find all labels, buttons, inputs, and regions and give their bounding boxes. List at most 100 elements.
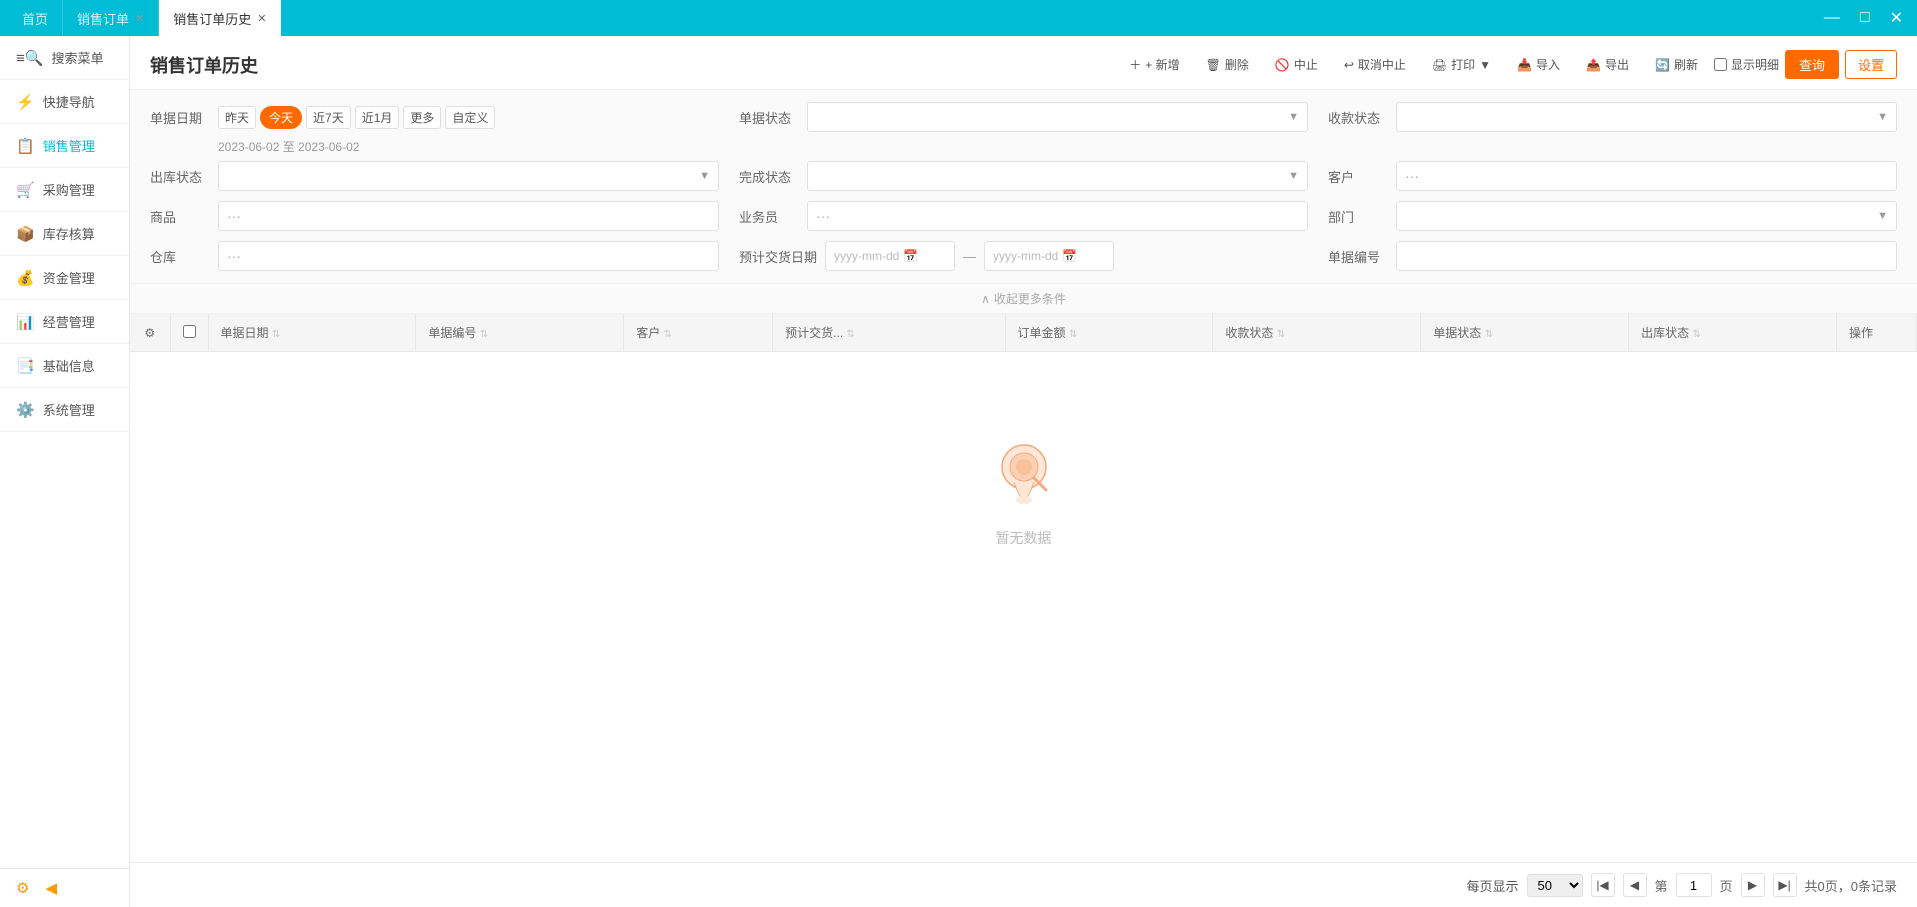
- sidebar-item-quick-nav[interactable]: ⚡ 快捷导航: [0, 80, 129, 124]
- cancel-stop-icon: ↩: [1344, 58, 1354, 72]
- first-page-btn[interactable]: |◀: [1591, 873, 1615, 897]
- toolbar: ＋ + 新增 🗑 删除 🚫 中止 ↩ 取消中止 🖨 打印: [1119, 50, 1897, 79]
- sidebar-collapse-icon[interactable]: ◀: [45, 879, 57, 897]
- customer-input[interactable]: ···: [1396, 161, 1897, 191]
- sidebar-item-basic-info[interactable]: 📑 基础信息: [0, 344, 129, 388]
- import-label: 导入: [1536, 56, 1560, 73]
- filter-department: 部门 ▼: [1328, 201, 1897, 231]
- completion-status-select[interactable]: ▼: [807, 161, 1308, 191]
- delivery-date-from[interactable]: yyyy-mm-dd 📅: [825, 241, 955, 271]
- search-menu-icon: ≡🔍: [16, 49, 43, 67]
- sidebar-item-purchase-mgmt[interactable]: 🛒 采购管理: [0, 168, 129, 212]
- sidebar-settings-icon[interactable]: ⚙: [16, 879, 29, 897]
- page-input[interactable]: [1676, 873, 1712, 897]
- sidebar-item-search-menu[interactable]: ≡🔍 搜索菜单: [0, 36, 129, 80]
- salesman-input[interactable]: ···: [807, 201, 1308, 231]
- delete-button[interactable]: 🗑 删除: [1196, 52, 1259, 77]
- collection-status-select[interactable]: ▼: [1396, 102, 1897, 132]
- display-detail-input[interactable]: [1714, 58, 1727, 71]
- sidebar-item-finance-label: 资金管理: [43, 268, 95, 287]
- bill-status-select[interactable]: ▼: [807, 102, 1308, 132]
- page-label: 第: [1655, 876, 1668, 895]
- date-btn-today[interactable]: 今天: [260, 106, 302, 129]
- delivery-status-label: 出库状态: [150, 167, 210, 186]
- goods-input[interactable]: ···: [218, 201, 719, 231]
- sidebar-item-quick-nav-label: 快捷导航: [43, 92, 95, 111]
- department-select[interactable]: ▼: [1396, 201, 1897, 231]
- maximize-btn[interactable]: □: [1854, 7, 1876, 29]
- col-order-amount-label: 订单金额: [1018, 326, 1066, 340]
- sidebar-item-inventory[interactable]: 📦 库存核算: [0, 212, 129, 256]
- tab-sales-order-history-close[interactable]: ✕: [257, 12, 266, 25]
- delivery-date-to[interactable]: yyyy-mm-dd 📅: [984, 241, 1114, 271]
- date-range-buttons: 昨天 今天 近7天 近1月 更多 自定义: [218, 106, 495, 129]
- print-icon: 🖨: [1432, 58, 1447, 72]
- tab-sales-order-history[interactable]: 销售订单历史 ✕: [159, 0, 281, 36]
- delivery-status-select[interactable]: ▼: [218, 161, 719, 191]
- refresh-button[interactable]: 🔄 刷新: [1645, 52, 1708, 77]
- import-button[interactable]: 📥 导入: [1507, 52, 1570, 77]
- last-page-btn[interactable]: ▶|: [1773, 873, 1797, 897]
- col-bill-status[interactable]: 单据状态 ⇅: [1421, 314, 1629, 352]
- next-page-btn[interactable]: ▶: [1741, 873, 1765, 897]
- page-suffix: 页: [1720, 876, 1733, 895]
- col-settings[interactable]: ⚙: [130, 314, 170, 352]
- sidebar-item-finance[interactable]: 💰 资金管理: [0, 256, 129, 300]
- close-btn[interactable]: ✕: [1884, 6, 1909, 30]
- sidebar-item-operations-label: 经营管理: [43, 312, 95, 331]
- tab-sales-order[interactable]: 销售订单 ✕: [63, 0, 159, 36]
- col-bill-date[interactable]: 单据日期 ⇅: [208, 314, 416, 352]
- col-bill-status-label: 单据状态: [1433, 326, 1481, 340]
- tab-sales-order-close[interactable]: ✕: [135, 12, 144, 25]
- minimize-btn[interactable]: —: [1818, 7, 1846, 29]
- date-separator: —: [959, 249, 980, 264]
- warehouse-input[interactable]: ···: [218, 241, 719, 271]
- col-order-amount-sort-icon: ⇅: [1069, 329, 1077, 340]
- col-collection-status[interactable]: 收款状态 ⇅: [1213, 314, 1421, 352]
- export-icon: 📤: [1586, 58, 1601, 72]
- query-button[interactable]: 查询: [1785, 50, 1839, 79]
- sidebar-item-sales-mgmt[interactable]: 📋 销售管理: [0, 124, 129, 168]
- col-customer[interactable]: 客户 ⇅: [624, 314, 773, 352]
- col-order-amount[interactable]: 订单金额 ⇅: [1005, 314, 1213, 352]
- collapse-row[interactable]: ∧ 收起更多条件: [130, 284, 1917, 314]
- sidebar-item-system-mgmt[interactable]: ⚙️ 系统管理: [0, 388, 129, 432]
- bill-number-input[interactable]: [1396, 241, 1897, 271]
- tab-home[interactable]: 首页: [8, 0, 63, 36]
- cancel-stop-button[interactable]: ↩ 取消中止: [1334, 52, 1416, 77]
- collapse-label: 收起更多条件: [994, 290, 1066, 307]
- date-btn-yesterday[interactable]: 昨天: [218, 106, 256, 129]
- display-detail-checkbox[interactable]: 显示明细: [1714, 56, 1779, 73]
- sidebar-item-basic-info-label: 基础信息: [43, 356, 95, 375]
- refresh-icon: 🔄: [1655, 58, 1670, 72]
- delete-icon: 🗑: [1206, 58, 1221, 72]
- salesman-more-icon: ···: [816, 208, 830, 224]
- completion-status-arrow-icon: ▼: [1288, 170, 1299, 182]
- empty-text: 暂无数据: [996, 528, 1052, 548]
- prev-page-btn[interactable]: ◀: [1623, 873, 1647, 897]
- page-title: 销售订单历史: [150, 52, 1109, 78]
- stop-button[interactable]: 🚫 中止: [1265, 52, 1328, 77]
- settings-button[interactable]: 设置: [1845, 50, 1897, 79]
- filter-row-4: 仓库 ··· 预计交货日期 yyyy-mm-dd 📅 — yyyy: [150, 241, 1897, 271]
- filter-salesman: 业务员 ···: [739, 201, 1308, 231]
- date-btn-custom[interactable]: 自定义: [445, 106, 495, 129]
- export-button[interactable]: 📤 导出: [1576, 52, 1639, 77]
- col-bill-number[interactable]: 单据编号 ⇅: [416, 314, 624, 352]
- sidebar: ≡🔍 搜索菜单 ⚡ 快捷导航 📋 销售管理 🛒 采购管理 📦 库存核算 💰 资金…: [0, 36, 130, 907]
- delivery-date-to-text: yyyy-mm-dd: [993, 249, 1058, 263]
- select-all-checkbox[interactable]: [183, 325, 196, 338]
- date-btn-7days[interactable]: 近7天: [306, 106, 351, 129]
- sidebar-item-operations[interactable]: 📊 经营管理: [0, 300, 129, 344]
- new-button[interactable]: ＋ + 新增: [1119, 52, 1189, 77]
- collection-status-arrow-icon: ▼: [1877, 111, 1888, 123]
- per-page-select[interactable]: 50 10 20 100: [1527, 874, 1583, 897]
- col-bill-status-sort-icon: ⇅: [1485, 329, 1493, 340]
- print-button[interactable]: 🖨 打印 ▼: [1422, 52, 1501, 77]
- print-arrow-icon: ▼: [1479, 58, 1491, 72]
- content-area: 销售订单历史 ＋ + 新增 🗑 删除 🚫 中止 ↩ 取消中止: [130, 36, 1917, 907]
- col-delivery-status[interactable]: 出库状态 ⇅: [1629, 314, 1837, 352]
- col-expected-delivery[interactable]: 预计交货... ⇅: [773, 314, 1005, 352]
- date-btn-more[interactable]: 更多: [403, 106, 441, 129]
- date-btn-1month[interactable]: 近1月: [355, 106, 400, 129]
